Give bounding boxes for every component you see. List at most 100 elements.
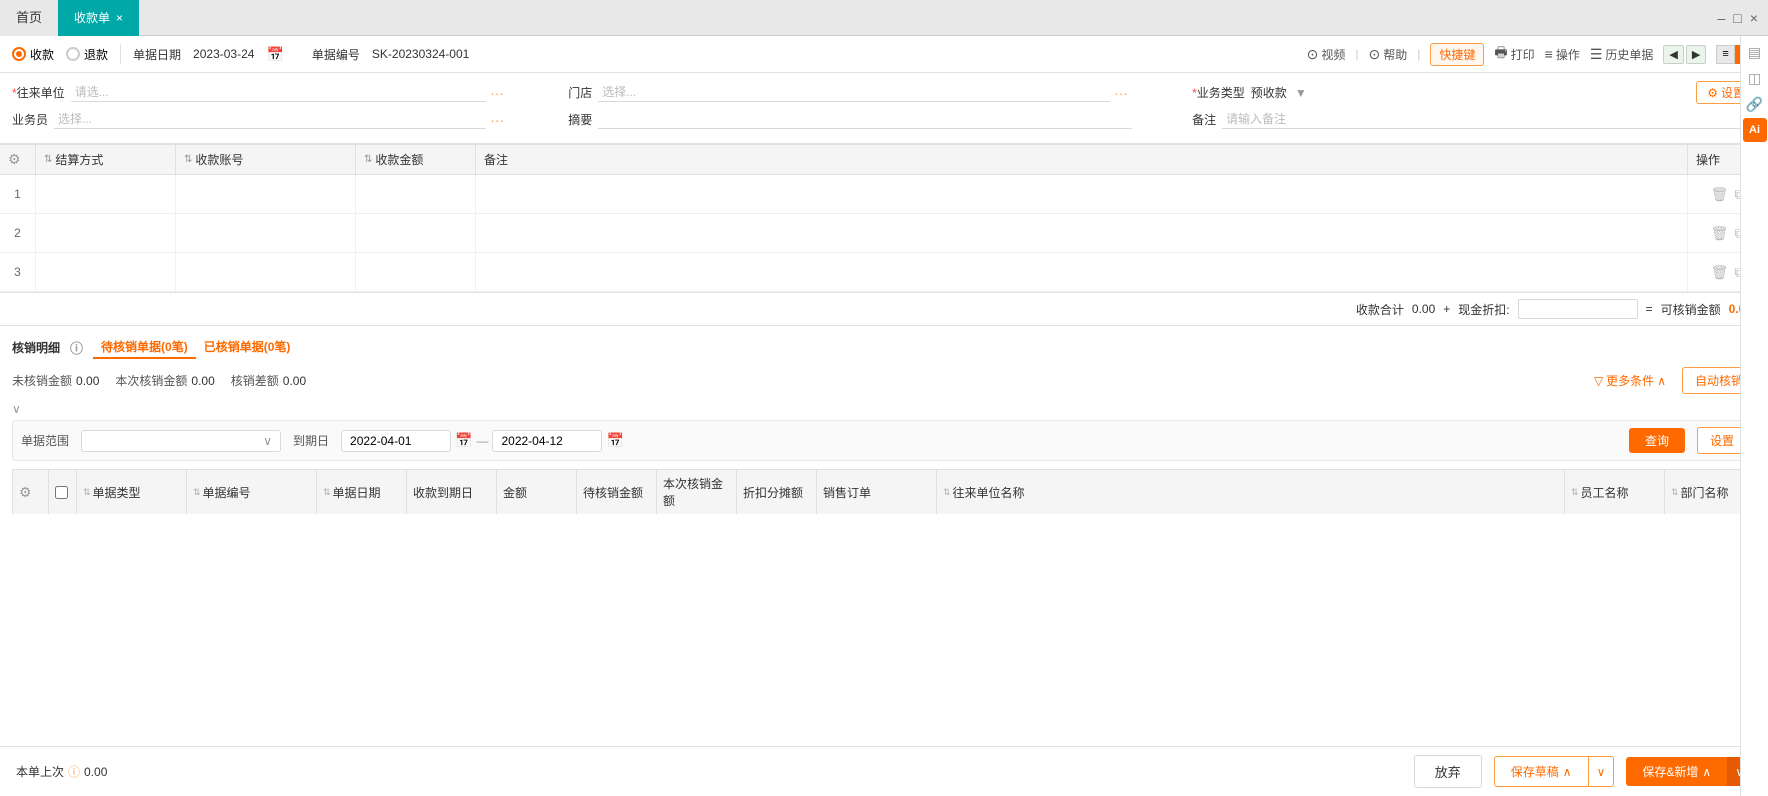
counterpart-field-group: * 往来单位 ··· (12, 83, 508, 102)
salesperson-input[interactable] (54, 110, 486, 129)
salesperson-label: 业务员 (12, 111, 54, 128)
diff-label: 核销差额 (231, 372, 279, 389)
filter-collapse-indicator: ∨ (12, 402, 1756, 416)
shop-more-icon[interactable]: ··· (1110, 85, 1132, 101)
prev-arrow[interactable]: ◀ (1663, 45, 1683, 64)
row-1-num: 1 (0, 175, 36, 213)
minimize-button[interactable]: – (1718, 10, 1726, 26)
vth-counterpart: ⇅ 往来单位名称 (937, 470, 1565, 514)
video-label: 视频 (1321, 46, 1345, 63)
diff-val: 0.00 (283, 374, 306, 388)
query-button[interactable]: 查询 (1629, 428, 1685, 453)
counterpart-input[interactable] (71, 83, 487, 102)
row-2-account[interactable] (176, 214, 356, 252)
save-draft-dropdown-button[interactable]: ∨ (1589, 756, 1615, 787)
row-1-note[interactable] (476, 175, 1688, 213)
vth-doc-type: ⇅ 单据类型 (77, 470, 187, 514)
row-1-settlement[interactable] (36, 175, 176, 213)
due-date-to-input[interactable] (492, 430, 602, 452)
list-view-button[interactable]: ≡ (1716, 45, 1734, 64)
verify-settings-icon[interactable]: ⚙ (19, 484, 32, 501)
verify-info-icon[interactable]: ⓘ (70, 338, 83, 357)
vth-checkbox[interactable] (49, 470, 77, 514)
th-settings[interactable]: ⚙ (0, 145, 36, 174)
save-new-chevron-icon: ∧ (1702, 765, 1711, 779)
vth-pending-label: 待核销金额 (583, 484, 643, 501)
bottom-info-icon[interactable]: ⓘ (68, 763, 80, 780)
row-3-account[interactable] (176, 253, 356, 291)
counterpart-more-icon[interactable]: ··· (486, 85, 508, 101)
done-tab[interactable]: 已核销单据(0笔) (196, 336, 299, 359)
sidebar-icon-document[interactable]: ◫ (1743, 66, 1767, 90)
calendar-icon[interactable]: 📅 (266, 46, 283, 63)
save-draft-label: 保存草稿 (1511, 763, 1559, 780)
row-1-delete-icon[interactable]: 🗑 (1711, 186, 1729, 203)
diff-stat: 核销差额 0.00 (231, 372, 306, 389)
next-arrow[interactable]: ▶ (1686, 45, 1706, 64)
summary-input[interactable] (598, 110, 1132, 129)
close-window-button[interactable]: × (1750, 10, 1758, 26)
row-3-note[interactable] (476, 253, 1688, 291)
help-button[interactable]: ⊙ 帮助 (1369, 46, 1408, 63)
doc-range-select[interactable]: ∨ (81, 430, 281, 452)
doc-num-label: 单据编号 (312, 46, 360, 63)
sort-doc-date: ⇅ (323, 487, 331, 498)
date-value[interactable]: 2023-03-24 (193, 47, 254, 61)
row-3-settlement[interactable] (36, 253, 176, 291)
history-button[interactable]: ☰ 历史单据 (1590, 46, 1654, 63)
total-value: 0.00 (1412, 302, 1435, 316)
date-label: 单据日期 (133, 46, 181, 63)
row-2-delete-icon[interactable]: 🗑 (1711, 225, 1729, 242)
save-new-button[interactable]: 保存&新增 ∧ (1626, 757, 1727, 786)
salesperson-field-group: 业务员 ··· (12, 110, 508, 129)
vth-settings[interactable]: ⚙ (13, 470, 49, 514)
radio-refund[interactable]: 退款 (66, 46, 108, 63)
sidebar-icon-table[interactable]: ▤ (1743, 40, 1767, 64)
save-draft-button[interactable]: 保存草稿 ∧ (1494, 756, 1589, 787)
row-2-amount[interactable] (356, 214, 476, 252)
salesperson-more-icon[interactable]: ··· (486, 112, 508, 128)
summary-field-group: 摘要 (568, 110, 1132, 129)
radio-receipt[interactable]: 收款 (12, 46, 54, 63)
pending-tab[interactable]: 待核销单据(0笔) (93, 336, 196, 359)
row-1-account[interactable] (176, 175, 356, 213)
sort-doc-type: ⇅ (83, 487, 91, 498)
more-conditions-button[interactable]: ▽ 更多条件 ∧ (1594, 372, 1666, 389)
table-settings-icon[interactable]: ⚙ (8, 151, 21, 168)
row-2-note[interactable] (476, 214, 1688, 252)
calendar-to-icon[interactable]: 📅 (606, 432, 623, 449)
print-button[interactable]: 🖶 打印 (1494, 42, 1534, 66)
vth-sales-order: 销售订单 (817, 470, 937, 514)
tab-home[interactable]: 首页 (0, 0, 58, 36)
row-3-amount[interactable] (356, 253, 476, 291)
calendar-from-icon[interactable]: 📅 (455, 432, 472, 449)
vth-doc-date: ⇅ 单据日期 (317, 470, 407, 514)
summary-row: 收款合计 0.00 + 现金折扣: = 可核销金额 0.00 (0, 293, 1768, 326)
vth-doc-type-label: 单据类型 (93, 484, 141, 501)
toolbar: 收款 退款 单据日期 2023-03-24 📅 单据编号 SK-20230324… (0, 36, 1768, 73)
row-2-settlement[interactable] (36, 214, 176, 252)
th-amount: ⇅ 收款金额 (356, 145, 476, 174)
sidebar-icon-link[interactable]: 🔗 (1743, 92, 1767, 116)
select-all-checkbox[interactable] (55, 486, 68, 499)
radio-receipt-dot (12, 47, 26, 61)
radio-refund-dot (66, 47, 80, 61)
note-field-group: 备注 (1192, 110, 1756, 129)
tab-close-icon[interactable]: × (116, 0, 123, 36)
sidebar-icon-ai[interactable]: Ai (1743, 118, 1767, 142)
operation-button[interactable]: ≡ 操作 (1545, 46, 1580, 63)
abandon-button[interactable]: 放弃 (1414, 755, 1482, 788)
business-type-dropdown[interactable]: ▼ (1291, 86, 1311, 100)
table-row: 3 🗑 ⧉ (0, 253, 1768, 292)
row-3-delete-icon[interactable]: 🗑 (1711, 264, 1729, 281)
shop-input[interactable] (598, 83, 1110, 102)
discount-input[interactable] (1518, 299, 1638, 319)
maximize-button[interactable]: □ (1733, 10, 1741, 26)
note-input[interactable] (1222, 110, 1756, 129)
due-date-from-input[interactable] (341, 430, 451, 452)
row-1-amount[interactable] (356, 175, 476, 213)
vth-employee: ⇅ 员工名称 (1565, 470, 1665, 514)
shortcut-button[interactable]: 快捷键 (1430, 43, 1484, 66)
video-button[interactable]: ⊙ 视频 (1307, 46, 1346, 63)
tab-receipt[interactable]: 收款单 × (58, 0, 139, 36)
